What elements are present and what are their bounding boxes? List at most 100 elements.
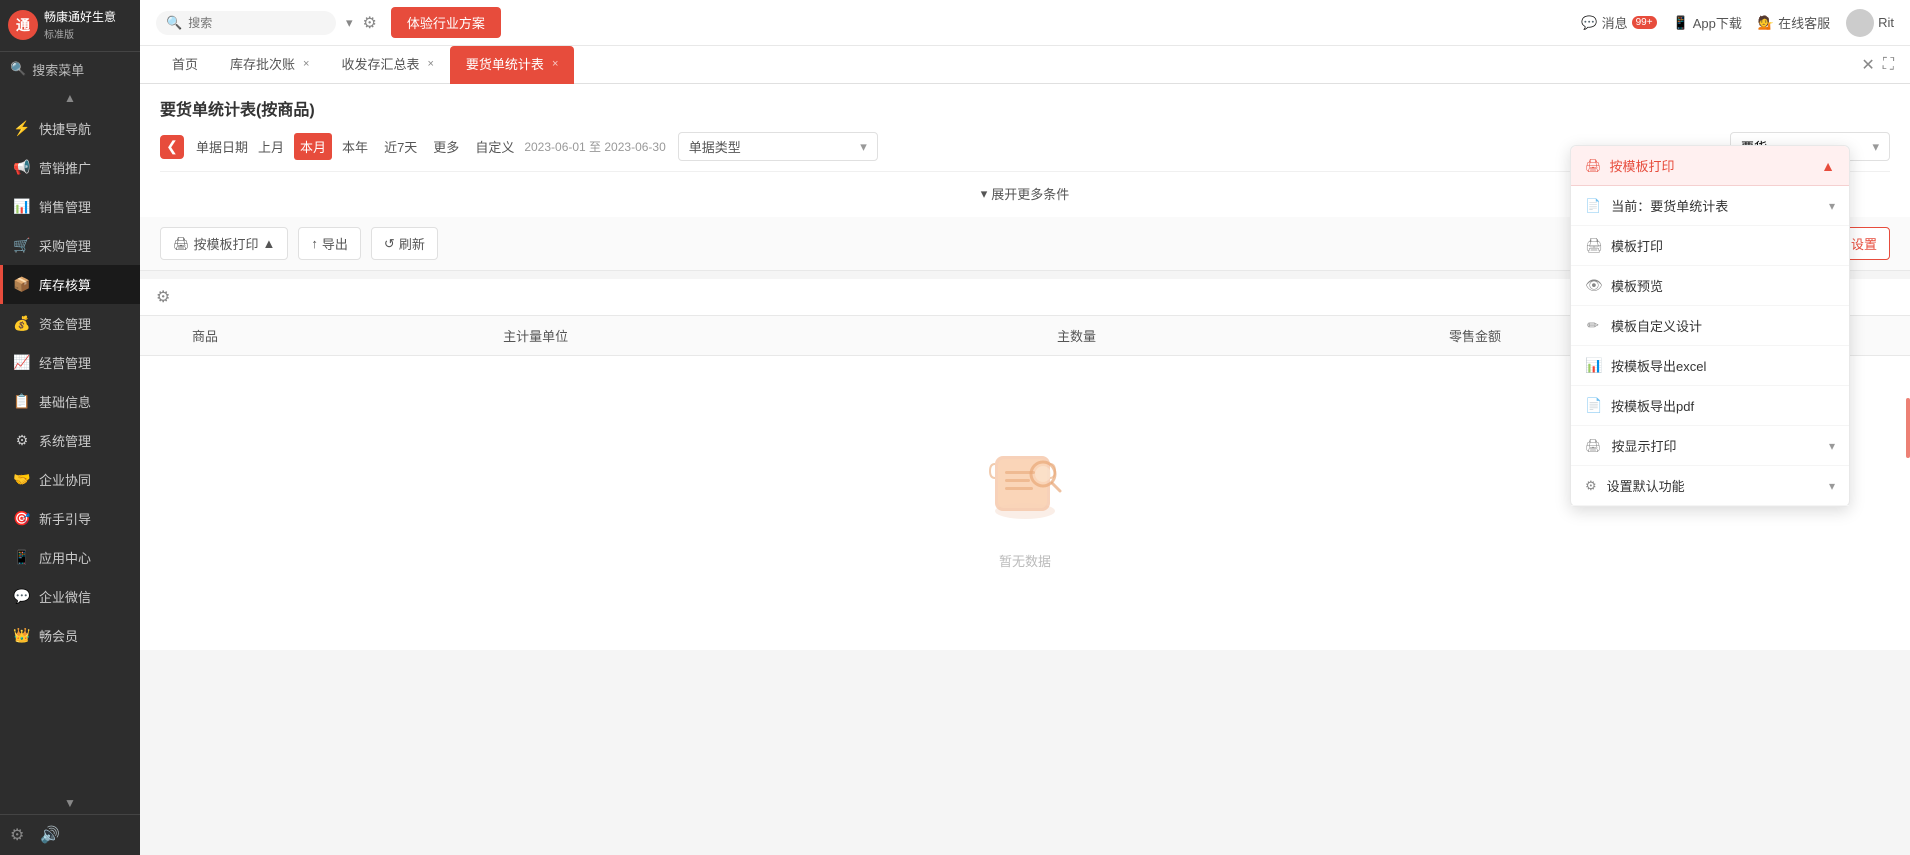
sidebar-bottom: ⚙ 🔊 [0,814,140,855]
tabs-bar: 首页 库存批次账 × 收发存汇总表 × 要货单统计表 × ✕ ⛶ [140,46,1910,84]
printer-icon: 🖨 [173,236,190,252]
dropdown-item-template-excel-label: 按模板导出excel [1611,356,1706,375]
search-icon: 🔍 [10,61,26,77]
messages-badge: 99+ [1632,16,1657,29]
sales-icon: 📊 [13,198,31,215]
sidebar-item-inventory[interactable]: 📦 库存核算 [0,265,140,304]
base-info-icon: 📋 [13,393,31,410]
dropdown-item-template-print[interactable]: 🖨 模板打印 [1571,226,1849,266]
settings-bottom-icon[interactable]: ⚙ [10,825,24,845]
template-excel-icon: 📊 [1585,357,1601,374]
sidebar-item-finance[interactable]: 💰 资金管理 [0,304,140,343]
dropdown-item-template-pdf-label: 按模板导出pdf [1611,396,1694,415]
tab-collection-summary-close[interactable]: × [427,58,433,70]
app-download-item[interactable]: 📱 App下载 [1673,13,1742,32]
sidebar-item-label: 企业微信 [39,587,91,606]
messages-label: 消息 [1602,13,1628,32]
date-btn-this-year[interactable]: 本年 [336,133,374,160]
tab-collection-summary[interactable]: 收发存汇总表 × [325,46,449,84]
sidebar-item-label: 采购管理 [39,236,91,255]
th-checkbox [140,316,180,356]
sidebar-item-system[interactable]: ⚙ 系统管理 [0,421,140,460]
dropdown-header-left: 🖨 按模板打印 [1585,156,1675,175]
print-template-label: 按模板打印 [194,234,259,253]
date-btn-7days[interactable]: 近7天 [378,133,423,160]
order-type-label: 单据类型 [689,137,741,156]
enterprise-icon: 🤝 [13,471,31,488]
dropdown-current-label: 当前：要货单统计表 [1611,196,1728,215]
expand-more-button[interactable]: ▾ 展开更多条件 [969,178,1082,209]
order-type-arrow: ▾ [860,139,867,155]
display-print-arrow: ▾ [1829,439,1835,453]
app-name: 畅康通好生意 [44,10,116,26]
tab-inventory-batch-label: 库存批次账 [230,54,295,73]
topbar-search-icon: 🔍 [166,15,182,31]
filter-collapse-button[interactable]: ❮ [160,135,184,159]
tab-home[interactable]: 首页 [156,46,214,84]
export-button[interactable]: ↑ 导出 [298,227,361,260]
dropdown-current-icon: 📄 [1585,198,1601,214]
topbar-search-input[interactable] [188,16,308,30]
table-settings-icon[interactable]: ⚙ [156,287,170,307]
tab-inventory-batch[interactable]: 库存批次账 × [214,46,325,84]
order-goods-arrow: ▾ [1872,139,1879,155]
dropdown-current-arrow: ▾ [1829,199,1835,213]
sidebar-item-guide[interactable]: 🎯 新手引导 [0,499,140,538]
order-type-filter[interactable]: 单据类型 ▾ [678,132,878,161]
sidebar-scroll-down[interactable]: ▼ [0,792,140,814]
dropdown-display-print[interactable]: 🖨 按显示打印 ▾ [1571,426,1849,466]
sidebar-item-app-center[interactable]: 📱 应用中心 [0,538,140,577]
dropdown-collapse-button[interactable]: ▲ [1821,158,1835,174]
online-service-item[interactable]: 💁 在线客服 [1758,13,1830,32]
dropdown-item-template-preview[interactable]: 👁 模板预览 [1571,266,1849,306]
dropdown-item-template-print-label: 模板打印 [1611,236,1663,255]
scroll-indicator [1906,398,1910,458]
sidebar-item-wechat[interactable]: 💬 企业微信 [0,577,140,616]
dropdown-item-template-excel[interactable]: 📊 按模板导出excel [1571,346,1849,386]
sidebar-item-label: 库存核算 [39,275,91,294]
sidebar-item-label: 销售管理 [39,197,91,216]
industry-solution-button[interactable]: 体验行业方案 [391,7,501,38]
system-icon: ⚙ [13,432,31,449]
membership-icon: 👑 [13,627,31,644]
sidebar-item-membership[interactable]: 👑 畅会员 [0,616,140,655]
sidebar-search[interactable]: 🔍 搜索菜单 [0,52,140,87]
date-btn-more[interactable]: 更多 [427,133,465,160]
date-btn-last-month[interactable]: 上月 [252,133,290,160]
date-btn-custom[interactable]: 自定义 [469,133,520,160]
dropdown-item-template-pdf[interactable]: 📄 按模板导出pdf [1571,386,1849,426]
online-service-label: 在线客服 [1778,13,1830,32]
sidebar-item-marketing[interactable]: 📢 营销推广 [0,148,140,187]
empty-svg [975,436,1075,536]
dropdown-set-default[interactable]: ⚙ 设置默认功能 ▾ [1571,466,1849,506]
tab-inventory-batch-close[interactable]: × [303,58,309,70]
sidebar-item-base-info[interactable]: 📋 基础信息 [0,382,140,421]
tab-order-summary[interactable]: 要货单统计表 × [450,46,574,84]
template-preview-icon: 👁 [1585,277,1601,294]
tabs-expand-button[interactable]: ⛶ [1883,56,1894,74]
date-btn-this-month[interactable]: 本月 [294,133,332,160]
dropdown-item-template-design[interactable]: ✏ 模板自定义设计 [1571,306,1849,346]
tabs-close-all-button[interactable]: ✕ [1861,55,1874,75]
topbar-gear-icon[interactable]: ⚙ [363,13,377,33]
logo-icon: 通 [8,10,38,40]
sidebar-item-sales[interactable]: 📊 销售管理 [0,187,140,226]
sidebar-scroll-up[interactable]: ▲ [0,87,140,109]
app-center-icon: 📱 [13,549,31,566]
sidebar-item-quick-nav[interactable]: ⚡ 快捷导航 [0,109,140,148]
speaker-bottom-icon[interactable]: 🔊 [40,825,60,845]
messages-item[interactable]: 💬 消息 99+ [1581,13,1656,32]
tab-order-summary-close[interactable]: × [552,58,558,70]
topbar-dropdown-arrow[interactable]: ▾ [346,15,353,31]
sidebar-item-enterprise[interactable]: 🤝 企业协同 [0,460,140,499]
sidebar-item-operations[interactable]: 📈 经营管理 [0,343,140,382]
dropdown-item-template-preview-label: 模板预览 [1611,276,1663,295]
sidebar-item-purchase[interactable]: 🛒 采购管理 [0,226,140,265]
finance-icon: 💰 [13,315,31,332]
date-filter-group: 单据日期 上月 本月 本年 近7天 更多 自定义 2023-06-01 至 20… [196,133,666,160]
print-template-button[interactable]: 🖨 按模板打印 ▲ [160,227,288,260]
user-avatar-area[interactable]: Rit [1846,9,1894,37]
dropdown-current-template[interactable]: 📄 当前：要货单统计表 ▾ [1571,186,1849,226]
marketing-icon: 📢 [13,159,31,176]
refresh-button[interactable]: ↺ 刷新 [371,227,438,260]
